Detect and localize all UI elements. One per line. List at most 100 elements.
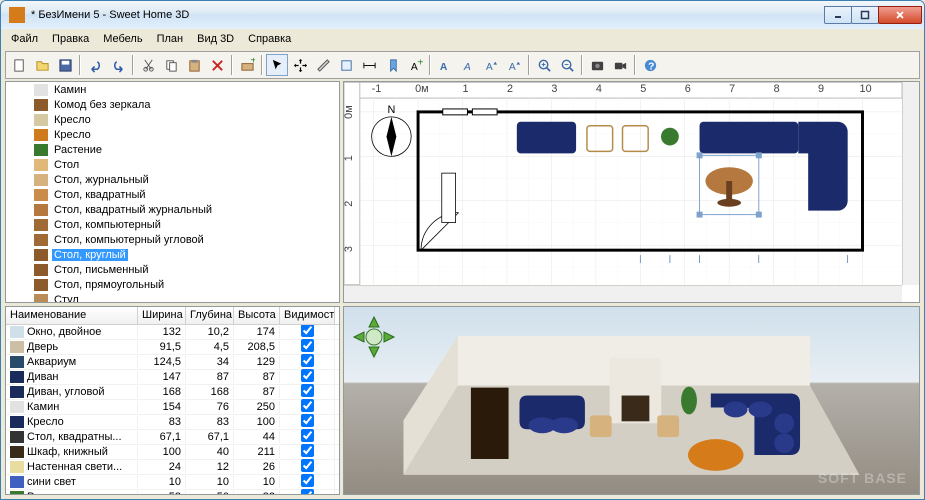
navigation-compass-icon[interactable] bbox=[352, 315, 396, 359]
plan-scrollbar-v[interactable] bbox=[902, 82, 919, 285]
zoom-out-button[interactable] bbox=[556, 54, 578, 76]
minimize-button[interactable] bbox=[824, 6, 852, 24]
text-decrease-button[interactable]: A bbox=[503, 54, 525, 76]
table-row[interactable]: Диван1478787 bbox=[6, 370, 339, 385]
photo-button[interactable] bbox=[586, 54, 608, 76]
save-button[interactable] bbox=[54, 54, 76, 76]
cut-button[interactable] bbox=[137, 54, 159, 76]
room-tool[interactable] bbox=[335, 54, 357, 76]
visibility-checkbox[interactable] bbox=[301, 459, 314, 472]
catalog-item[interactable]: Стул bbox=[6, 292, 339, 302]
undo-button[interactable] bbox=[84, 54, 106, 76]
visibility-checkbox[interactable] bbox=[301, 325, 314, 337]
catalog-item[interactable]: Стол, письменный bbox=[6, 262, 339, 277]
video-button[interactable] bbox=[609, 54, 631, 76]
table-row[interactable]: Настенная свети...241226 bbox=[6, 460, 339, 475]
svg-text:4: 4 bbox=[596, 83, 602, 95]
furniture-sofa-2 bbox=[700, 122, 799, 154]
visibility-checkbox[interactable] bbox=[301, 354, 314, 367]
visibility-checkbox[interactable] bbox=[301, 384, 314, 397]
menu-plan[interactable]: План bbox=[151, 31, 190, 47]
menu-help[interactable]: Справка bbox=[242, 31, 297, 47]
copy-button[interactable] bbox=[160, 54, 182, 76]
furniture-icon bbox=[34, 99, 48, 111]
plan-scrollbar-h[interactable] bbox=[344, 285, 902, 302]
menu-3d[interactable]: Вид 3D bbox=[191, 31, 240, 47]
furniture-icon bbox=[34, 264, 48, 276]
catalog-item-label: Камин bbox=[52, 84, 88, 96]
col-name[interactable]: Наименование bbox=[6, 307, 138, 324]
visibility-checkbox[interactable] bbox=[301, 444, 314, 457]
catalog-item-label: Растение bbox=[52, 144, 104, 156]
catalog-item[interactable]: Кресло bbox=[6, 127, 339, 142]
catalog-item[interactable]: Стол, квадратный журнальный bbox=[6, 202, 339, 217]
table-row[interactable]: сини свет101010 bbox=[6, 475, 339, 490]
catalog-item[interactable]: Стол, квадратный bbox=[6, 187, 339, 202]
catalog-item-label: Стол, квадратный bbox=[52, 189, 148, 201]
catalog-tree[interactable]: КаминКомод без зеркалаКреслоКреслоРастен… bbox=[6, 82, 339, 302]
table-row[interactable]: Дверь91,54,5208,5 bbox=[6, 340, 339, 355]
table-row[interactable]: Шкаф, книжный10040211 bbox=[6, 445, 339, 460]
menu-furniture[interactable]: Мебель bbox=[97, 31, 148, 47]
col-width[interactable]: Ширина bbox=[138, 307, 186, 324]
furniture-shelf bbox=[442, 173, 456, 222]
catalog-item[interactable]: Стол, компьютерный угловой bbox=[6, 232, 339, 247]
table-row[interactable]: Стол, квадратны...67,167,144 bbox=[6, 430, 339, 445]
furniture-sofa-corner bbox=[798, 122, 847, 211]
table-row[interactable]: Растение585082 bbox=[6, 490, 339, 494]
visibility-checkbox[interactable] bbox=[301, 489, 314, 494]
catalog-item[interactable]: Стол, компьютерный bbox=[6, 217, 339, 232]
catalog-item[interactable]: Кресло bbox=[6, 112, 339, 127]
select-tool[interactable] bbox=[266, 54, 288, 76]
catalog-item[interactable]: Камин bbox=[6, 82, 339, 97]
svg-text:9: 9 bbox=[818, 83, 824, 95]
catalog-item[interactable]: Растение bbox=[6, 142, 339, 157]
close-button[interactable] bbox=[878, 6, 922, 24]
help-button[interactable]: ? bbox=[639, 54, 661, 76]
pan-tool[interactable] bbox=[289, 54, 311, 76]
col-height[interactable]: Высота bbox=[234, 307, 280, 324]
text-increase-button[interactable]: A bbox=[480, 54, 502, 76]
delete-button[interactable] bbox=[206, 54, 228, 76]
visibility-checkbox[interactable] bbox=[301, 414, 314, 427]
dimension-tool[interactable] bbox=[358, 54, 380, 76]
catalog-item[interactable]: Стол, круглый bbox=[6, 247, 339, 262]
text-bold-button[interactable]: A bbox=[434, 54, 456, 76]
svg-text:-1: -1 bbox=[372, 83, 382, 95]
visibility-checkbox[interactable] bbox=[301, 399, 314, 412]
table-row[interactable]: Камин15476250 bbox=[6, 400, 339, 415]
wall-tool[interactable] bbox=[312, 54, 334, 76]
col-visible[interactable]: Видимость bbox=[280, 307, 335, 324]
zoom-in-button[interactable] bbox=[533, 54, 555, 76]
catalog-item[interactable]: Стол, журнальный bbox=[6, 172, 339, 187]
maximize-button[interactable] bbox=[851, 6, 879, 24]
text-italic-button[interactable]: A bbox=[457, 54, 479, 76]
plan-pane[interactable]: -1 0м 123 456 789 10 0м 1 2 3 bbox=[343, 81, 920, 303]
col-depth[interactable]: Глубина bbox=[186, 307, 234, 324]
catalog-item-label: Стол bbox=[52, 159, 81, 171]
titlebar[interactable]: * БезИмени 5 - Sweet Home 3D bbox=[1, 1, 924, 29]
table-row[interactable]: Диван, угловой16816887 bbox=[6, 385, 339, 400]
text-tool[interactable]: A+ bbox=[404, 54, 426, 76]
table-row[interactable]: Аквариум124,534129 bbox=[6, 355, 339, 370]
new-button[interactable] bbox=[8, 54, 30, 76]
view-3d-pane[interactable]: SOFT BASE bbox=[343, 306, 920, 495]
open-button[interactable] bbox=[31, 54, 53, 76]
visibility-checkbox[interactable] bbox=[301, 474, 314, 487]
add-furniture-button[interactable]: + bbox=[236, 54, 258, 76]
visibility-checkbox[interactable] bbox=[301, 339, 314, 352]
table-body[interactable]: Окно, двойное13210,2174Дверь91,54,5208,5… bbox=[6, 325, 339, 494]
line-tool[interactable] bbox=[381, 54, 403, 76]
table-row[interactable]: Кресло8383100 bbox=[6, 415, 339, 430]
menu-file[interactable]: Файл bbox=[5, 31, 44, 47]
visibility-checkbox[interactable] bbox=[301, 429, 314, 442]
visibility-checkbox[interactable] bbox=[301, 369, 314, 382]
table-header[interactable]: Наименование Ширина Глубина Высота Видим… bbox=[6, 307, 339, 325]
paste-button[interactable] bbox=[183, 54, 205, 76]
catalog-item[interactable]: Комод без зеркала bbox=[6, 97, 339, 112]
redo-button[interactable] bbox=[107, 54, 129, 76]
catalog-item[interactable]: Стол bbox=[6, 157, 339, 172]
table-row[interactable]: Окно, двойное13210,2174 bbox=[6, 325, 339, 340]
menu-edit[interactable]: Правка bbox=[46, 31, 95, 47]
catalog-item[interactable]: Стол, прямоугольный bbox=[6, 277, 339, 292]
